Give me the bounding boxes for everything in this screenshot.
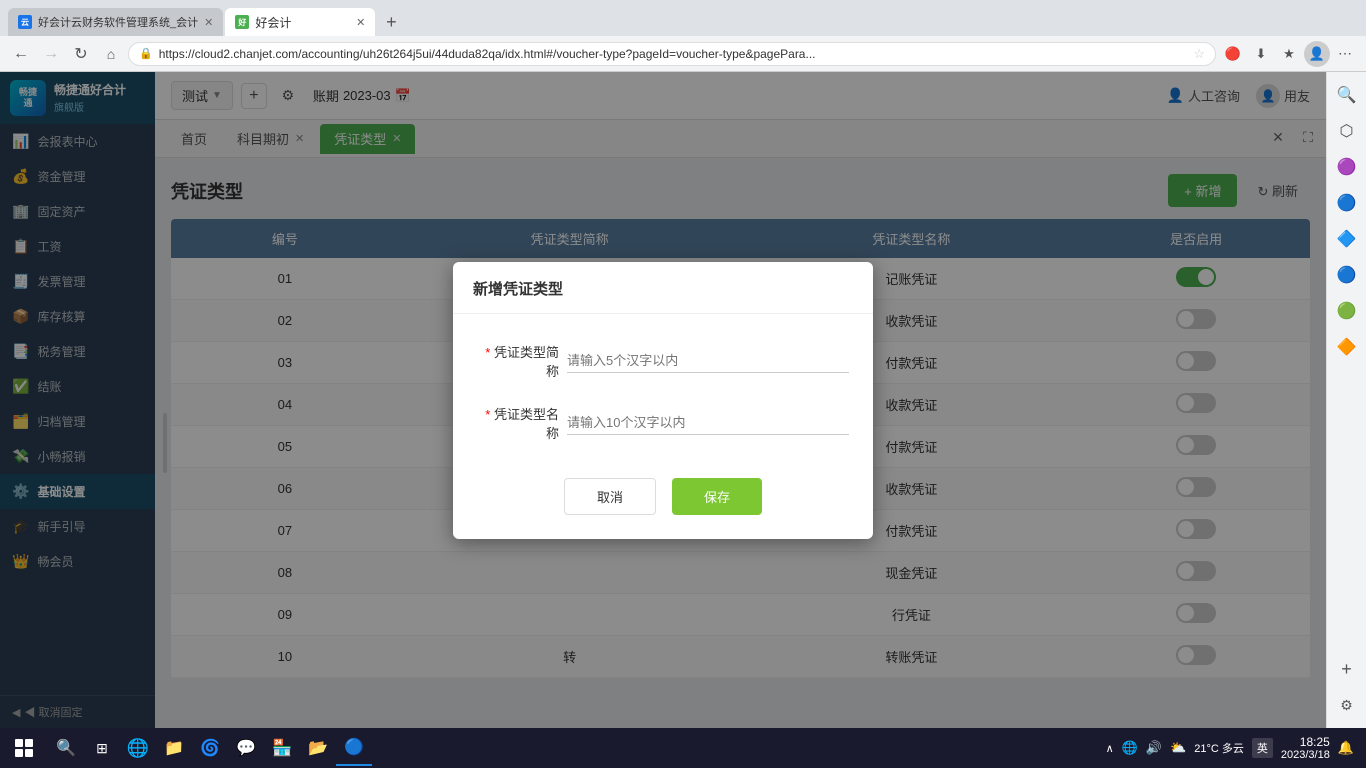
taskbar-folder-icon[interactable]: 📂: [300, 730, 336, 766]
lock-icon: 🔒: [139, 47, 153, 60]
bing-search-icon[interactable]: 🔍: [1332, 80, 1362, 110]
edge-sidebar-icon2[interactable]: 🔵: [1332, 188, 1362, 218]
modal-overlay: 新增凭证类型 * 凭证类型简称 * 凭证类型名称 取消 保存: [0, 72, 1326, 728]
tab1-title: 好会计云财务软件管理系统_会计: [38, 14, 198, 30]
downloads-icon[interactable]: ⬇: [1248, 41, 1274, 67]
profile-icon[interactable]: 👤: [1304, 41, 1330, 67]
new-tab-button[interactable]: +: [377, 8, 405, 36]
edge-sidebar-icon1[interactable]: 🟣: [1332, 152, 1362, 182]
taskbar-search[interactable]: 🔍: [48, 730, 84, 766]
taskbar-task-view[interactable]: ⊞: [84, 730, 120, 766]
cancel-button[interactable]: 取消: [564, 478, 656, 515]
start-button[interactable]: [0, 728, 48, 768]
tab2-close[interactable]: ✕: [356, 16, 365, 29]
browser-menu-icon[interactable]: ⋯: [1332, 41, 1358, 67]
edge-sidebar-settings-icon[interactable]: ⚙: [1332, 690, 1362, 720]
taskbar-store-icon[interactable]: 🏪: [264, 730, 300, 766]
taskbar-sound-icon[interactable]: 🔊: [1146, 740, 1162, 756]
taskbar-ime[interactable]: 英: [1252, 738, 1273, 758]
taskbar-datetime[interactable]: 18:25 2023/3/18: [1281, 735, 1330, 761]
tab2-title: 好会计: [255, 14, 350, 31]
edge-sidebar-add-icon[interactable]: +: [1332, 654, 1362, 684]
taskbar-expand-icon[interactable]: ∧: [1106, 742, 1114, 755]
nav-back-button[interactable]: ←: [8, 41, 34, 67]
taskbar-weather-icon: ⛅: [1170, 740, 1186, 756]
field-short-label: * 凭证类型简称: [477, 342, 567, 380]
address-text: https://cloud2.chanjet.com/accounting/uh…: [159, 47, 1188, 61]
modal-title: 新增凭证类型: [473, 281, 563, 298]
taskbar-time: 18:25: [1281, 735, 1330, 749]
field-short-input[interactable]: [567, 349, 849, 373]
modal-dialog: 新增凭证类型 * 凭证类型简称 * 凭证类型名称 取消 保存: [453, 262, 873, 539]
taskbar-chrome-icon[interactable]: 🌀: [192, 730, 228, 766]
save-button[interactable]: 保存: [672, 478, 762, 515]
extensions-icon[interactable]: 🔴: [1220, 41, 1246, 67]
nav-home-button[interactable]: ⌂: [98, 41, 124, 67]
browser-tab-inactive[interactable]: 云 好会计云财务软件管理系统_会计 ✕: [8, 8, 223, 36]
edge-sidebar-icon3[interactable]: 🔷: [1332, 224, 1362, 254]
nav-refresh-button[interactable]: ↻: [68, 41, 94, 67]
address-bar[interactable]: 🔒 https://cloud2.chanjet.com/accounting/…: [128, 42, 1216, 66]
browser-tab-active[interactable]: 好 好会计 ✕: [225, 8, 375, 36]
taskbar-wechat-icon[interactable]: 💬: [228, 730, 264, 766]
taskbar-notification-icon[interactable]: 🔔: [1338, 740, 1354, 756]
taskbar-edge-icon[interactable]: 🌐: [120, 730, 156, 766]
collections-icon[interactable]: ⬡: [1332, 116, 1362, 146]
taskbar-network-icon[interactable]: 🌐: [1122, 740, 1138, 756]
taskbar-weather-text: 21°C 多云: [1194, 740, 1244, 756]
edge-sidebar-icon6[interactable]: 🔶: [1332, 332, 1362, 362]
taskbar-explorer-icon[interactable]: 📁: [156, 730, 192, 766]
bookmark-icon[interactable]: ☆: [1193, 46, 1205, 62]
field-name-input[interactable]: [567, 411, 849, 435]
nav-forward-button[interactable]: →: [38, 41, 64, 67]
tab1-close[interactable]: ✕: [204, 16, 213, 29]
taskbar-date: 2023/3/18: [1281, 749, 1330, 761]
edge-sidebar-icon4[interactable]: 🔵: [1332, 260, 1362, 290]
field-name-label: * 凭证类型名称: [477, 404, 567, 442]
favorites-icon[interactable]: ★: [1276, 41, 1302, 67]
taskbar-browser-active[interactable]: 🔵: [336, 730, 372, 766]
edge-sidebar-icon5[interactable]: 🟢: [1332, 296, 1362, 326]
